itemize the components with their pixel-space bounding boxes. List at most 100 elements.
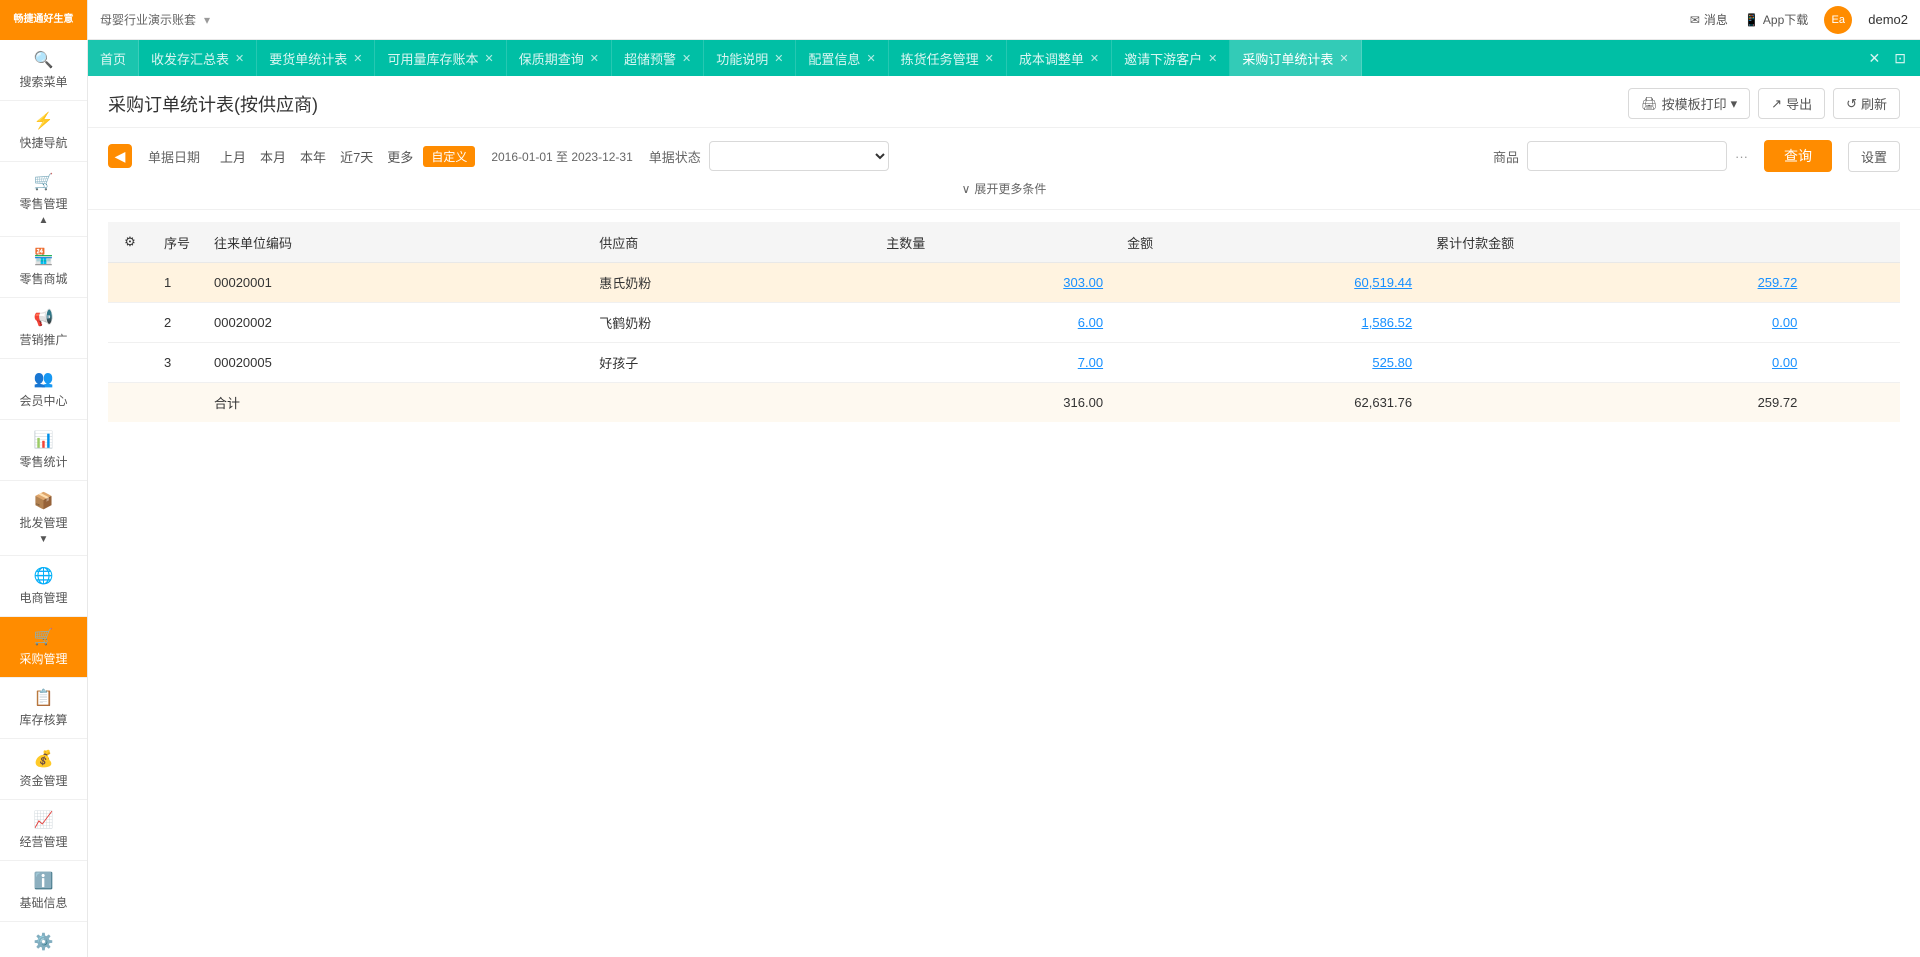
footer-vendor-name	[587, 383, 874, 423]
shortcut-more[interactable]: 更多	[383, 145, 417, 168]
tab-config-info[interactable]: 配置信息 ✕	[796, 40, 888, 76]
sidebar-item-label: 资金管理	[19, 772, 67, 789]
tab-purchase-summary[interactable]: 采购订单统计表 ✕	[1230, 40, 1361, 76]
vendor-code-column-header: 往来单位编码	[202, 222, 587, 263]
sidebar-item-label: 零售管理	[19, 195, 67, 212]
sidebar-item-inventory[interactable]: 📋 库存核算	[0, 678, 87, 739]
tab-function-desc[interactable]: 功能说明 ✕	[704, 40, 796, 76]
user-name[interactable]: demo2	[1868, 12, 1908, 27]
export-button[interactable]: ↗ 导出	[1758, 88, 1825, 119]
sidebar-item-label: 经营管理	[19, 833, 67, 850]
search-icon: 🔍	[34, 50, 54, 70]
sidebar-item-search[interactable]: 🔍 搜索菜单	[0, 40, 87, 101]
settings-button[interactable]: 设置	[1848, 141, 1900, 172]
custom-date-badge[interactable]: 自定义	[423, 146, 475, 167]
messages-button[interactable]: ✉ 消息	[1690, 11, 1728, 28]
row-amount[interactable]: 525.80	[1115, 343, 1424, 383]
tab-picking-tasks[interactable]: 拣货任务管理 ✕	[889, 40, 1007, 76]
sidebar-item-label: 零售统计	[19, 453, 67, 470]
shortcut-this-year[interactable]: 本年	[296, 145, 330, 168]
quick-nav-icon: ⚡	[34, 111, 54, 131]
avatar[interactable]: Ea	[1824, 6, 1852, 34]
tab-label: 配置信息	[808, 49, 860, 68]
tab-label: 超储预警	[624, 49, 676, 68]
row-settings	[108, 303, 152, 343]
tab-label: 采购订单统计表	[1242, 49, 1333, 68]
close-icon[interactable]: ✕	[235, 52, 244, 65]
sidebar-item-label: 营销推广	[19, 331, 67, 348]
close-icon[interactable]: ✕	[1339, 52, 1348, 65]
row-paid-amount[interactable]: 0.00	[1424, 343, 1809, 383]
tab-label: 成本调整单	[1019, 49, 1084, 68]
tab-requisition-summary[interactable]: 要货单统计表 ✕	[257, 40, 375, 76]
sidebar-item-basic-info[interactable]: ℹ️ 基础信息	[0, 861, 87, 922]
query-button[interactable]: 查询	[1764, 140, 1832, 172]
topbar: 母婴行业演示账套 ▾ ✉ 消息 📱 App下载 Ea demo2	[88, 0, 1920, 40]
refresh-button[interactable]: ↺ 刷新	[1833, 88, 1900, 119]
column-settings-icon[interactable]: ⚙	[120, 232, 140, 252]
table-row: 3 00020005 好孩子 7.00 525.80 0.00	[108, 343, 1900, 383]
row-vendor-code: 00020005	[202, 343, 587, 383]
sidebar-item-retail-store[interactable]: 🏪 零售商城	[0, 237, 87, 298]
expand-more-button[interactable]: ∨ 展开更多条件	[108, 180, 1900, 197]
row-amount[interactable]: 60,519.44	[1115, 263, 1424, 303]
maximize-button[interactable]: ⊡	[1888, 46, 1912, 71]
sidebar-item-wholesale[interactable]: 📦 批发管理 ▼	[0, 481, 87, 556]
close-icon[interactable]: ✕	[590, 52, 599, 65]
sidebar-item-finance[interactable]: 💰 资金管理	[0, 739, 87, 800]
sidebar-item-purchase[interactable]: 🛒 采购管理	[0, 617, 87, 678]
ecommerce-icon: 🌐	[34, 566, 54, 586]
tab-receive-summary[interactable]: 收发存汇总表 ✕	[139, 40, 257, 76]
close-icon[interactable]: ✕	[485, 52, 494, 65]
sidebar-item-quick-nav[interactable]: ⚡ 快捷导航	[0, 101, 87, 162]
sidebar-item-label: 电商管理	[19, 589, 67, 606]
close-icon[interactable]: ✕	[353, 52, 362, 65]
filter-toggle-button[interactable]: ◀	[108, 144, 132, 168]
basic-info-icon: ℹ️	[34, 871, 54, 891]
row-paid-amount[interactable]: 259.72	[1424, 263, 1809, 303]
sidebar-item-system[interactable]: ⚙️ 系统管理	[0, 922, 87, 957]
row-main-qty[interactable]: 7.00	[874, 343, 1115, 383]
row-main-qty[interactable]: 6.00	[874, 303, 1115, 343]
goods-input[interactable]	[1527, 141, 1727, 171]
tab-usable-inventory[interactable]: 可用量库存账本 ✕	[375, 40, 506, 76]
sidebar-item-ecommerce[interactable]: 🌐 电商管理	[0, 556, 87, 617]
row-amount[interactable]: 1,586.52	[1115, 303, 1424, 343]
print-button[interactable]: 🖨 按模板打印 ▾	[1628, 88, 1750, 119]
close-icon[interactable]: ✕	[1208, 52, 1217, 65]
sidebar-item-operations[interactable]: 📈 经营管理	[0, 800, 87, 861]
table-footer-row: 合计 316.00 62,631.76 259.72	[108, 383, 1900, 423]
shortcut-last-month[interactable]: 上月	[216, 145, 250, 168]
sidebar-item-marketing[interactable]: 📢 营销推广	[0, 298, 87, 359]
tab-invite-downstream[interactable]: 邀请下游客户 ✕	[1112, 40, 1230, 76]
sidebar-item-retail-stats[interactable]: 📊 零售统计	[0, 420, 87, 481]
row-paid-amount[interactable]: 0.00	[1424, 303, 1809, 343]
table-row: 2 00020002 飞鹤奶粉 6.00 1,586.52 0.00	[108, 303, 1900, 343]
sidebar-item-membership[interactable]: 👥 会员中心	[0, 359, 87, 420]
page-content: 采购订单统计表(按供应商) 🖨 按模板打印 ▾ ↗ 导出 ↺ 刷新	[88, 76, 1920, 957]
sidebar-item-retail-mgmt[interactable]: 🛒 零售管理 ▲	[0, 162, 87, 237]
app-download-button[interactable]: 📱 App下载	[1744, 11, 1808, 28]
sidebar-item-label: 零售商城	[19, 270, 67, 287]
close-icon[interactable]: ✕	[774, 52, 783, 65]
tab-cost-adjust[interactable]: 成本调整单 ✕	[1007, 40, 1112, 76]
marketing-icon: 📢	[34, 308, 54, 328]
close-icon[interactable]: ✕	[866, 52, 875, 65]
close-icon[interactable]: ✕	[985, 52, 994, 65]
shortcut-this-month[interactable]: 本月	[256, 145, 290, 168]
status-select[interactable]	[709, 141, 889, 171]
tab-overstock-alert[interactable]: 超储预警 ✕	[612, 40, 704, 76]
close-tab-button[interactable]: ✕	[1863, 46, 1887, 71]
row-main-qty[interactable]: 303.00	[874, 263, 1115, 303]
close-icon[interactable]: ✕	[1090, 52, 1099, 65]
close-icon[interactable]: ✕	[682, 52, 691, 65]
main-qty-column-header: 主数量	[874, 222, 1115, 263]
shortcut-7days[interactable]: 近7天	[336, 145, 377, 168]
tab-label: 可用量库存账本	[387, 49, 478, 68]
extra-column-header	[1809, 222, 1900, 263]
row-no: 3	[152, 343, 202, 383]
tab-shelf-life[interactable]: 保质期查询 ✕	[507, 40, 612, 76]
date-range-display: 2016-01-01 至 2023-12-31	[491, 148, 632, 165]
tab-home[interactable]: 首页	[88, 40, 139, 76]
more-options-icon[interactable]: ···	[1735, 149, 1748, 164]
